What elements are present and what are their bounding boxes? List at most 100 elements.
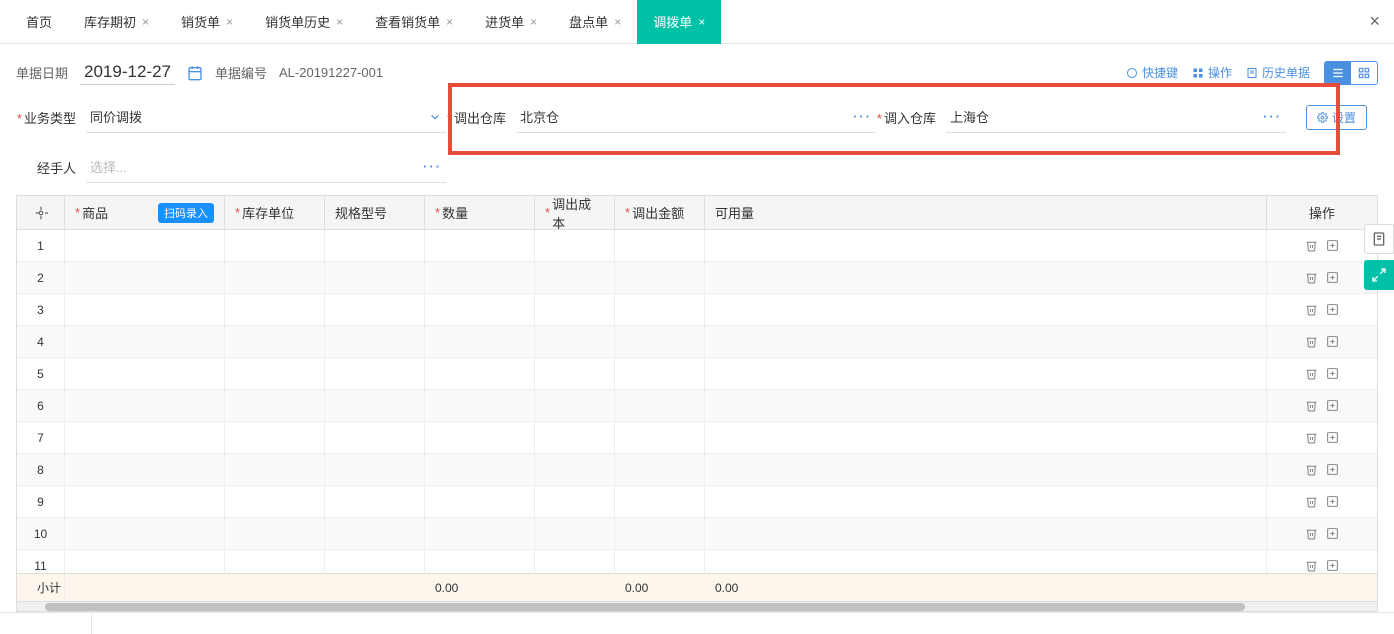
cell-cost[interactable] [535, 294, 615, 325]
add-icon[interactable] [1326, 559, 1339, 572]
cell-product[interactable] [65, 326, 225, 357]
tab-view-sales[interactable]: 查看销货单× [359, 0, 469, 44]
cell-available[interactable] [705, 454, 1267, 485]
delete-icon[interactable] [1305, 431, 1318, 444]
cell-available[interactable] [705, 326, 1267, 357]
cell-product[interactable] [65, 486, 225, 517]
cell-amount[interactable] [615, 358, 705, 389]
calendar-icon[interactable] [187, 65, 203, 81]
add-icon[interactable] [1326, 239, 1339, 252]
close-icon[interactable]: × [530, 15, 537, 29]
delete-icon[interactable] [1305, 239, 1318, 252]
cell-cost[interactable] [535, 326, 615, 357]
add-icon[interactable] [1326, 399, 1339, 412]
cell-spec[interactable] [325, 230, 425, 261]
cell-unit[interactable] [225, 518, 325, 549]
cell-product[interactable] [65, 390, 225, 421]
cell-qty[interactable] [425, 358, 535, 389]
cell-spec[interactable] [325, 550, 425, 573]
cell-product[interactable] [65, 422, 225, 453]
cell-amount[interactable] [615, 390, 705, 421]
close-all-tabs-icon[interactable]: × [1369, 11, 1380, 32]
cell-unit[interactable] [225, 358, 325, 389]
delete-icon[interactable] [1305, 463, 1318, 476]
cell-qty[interactable] [425, 550, 535, 573]
close-icon[interactable]: × [226, 15, 233, 29]
cell-amount[interactable] [615, 326, 705, 357]
delete-icon[interactable] [1305, 399, 1318, 412]
cell-qty[interactable] [425, 326, 535, 357]
table-row[interactable]: 4 [17, 326, 1377, 358]
cell-qty[interactable] [425, 486, 535, 517]
cell-available[interactable] [705, 262, 1267, 293]
close-icon[interactable]: × [142, 15, 149, 29]
tab-purchase-order[interactable]: 进货单× [469, 0, 553, 44]
handler-select[interactable]: 选择... ··· [86, 151, 446, 183]
tab-transfer-order[interactable]: 调拨单× [637, 0, 721, 44]
cell-available[interactable] [705, 550, 1267, 573]
action-link[interactable]: 操作 [1192, 64, 1232, 81]
cell-available[interactable] [705, 294, 1267, 325]
add-icon[interactable] [1326, 527, 1339, 540]
delete-icon[interactable] [1305, 367, 1318, 380]
add-icon[interactable] [1326, 303, 1339, 316]
tab-sales-history[interactable]: 销货单历史× [249, 0, 359, 44]
gear-column[interactable] [17, 196, 65, 229]
cell-unit[interactable] [225, 230, 325, 261]
cell-unit[interactable] [225, 390, 325, 421]
add-icon[interactable] [1326, 463, 1339, 476]
close-icon[interactable]: × [446, 15, 453, 29]
cell-available[interactable] [705, 422, 1267, 453]
history-link[interactable]: 历史单据 [1246, 64, 1310, 81]
h-scrollbar[interactable] [17, 601, 1377, 611]
table-row[interactable]: 9 [17, 486, 1377, 518]
cell-spec[interactable] [325, 454, 425, 485]
table-row[interactable]: 2 [17, 262, 1377, 294]
add-icon[interactable] [1326, 335, 1339, 348]
view-list-button[interactable] [1325, 62, 1351, 84]
cell-cost[interactable] [535, 550, 615, 573]
cell-unit[interactable] [225, 294, 325, 325]
add-icon[interactable] [1326, 367, 1339, 380]
cell-amount[interactable] [615, 294, 705, 325]
shortcut-link[interactable]: 快捷键 [1126, 64, 1178, 81]
cell-product[interactable] [65, 454, 225, 485]
cell-qty[interactable] [425, 518, 535, 549]
delete-icon[interactable] [1305, 303, 1318, 316]
add-icon[interactable] [1326, 431, 1339, 444]
cell-available[interactable] [705, 486, 1267, 517]
out-warehouse-select[interactable]: 北京仓 ··· [516, 101, 876, 133]
cell-cost[interactable] [535, 486, 615, 517]
cell-unit[interactable] [225, 326, 325, 357]
view-grid-button[interactable] [1351, 62, 1377, 84]
settings-button[interactable]: 设置 [1306, 105, 1367, 130]
cell-unit[interactable] [225, 550, 325, 573]
cell-qty[interactable] [425, 294, 535, 325]
close-icon[interactable]: × [614, 15, 621, 29]
table-row[interactable]: 1 [17, 230, 1377, 262]
cell-available[interactable] [705, 358, 1267, 389]
cell-product[interactable] [65, 262, 225, 293]
cell-unit[interactable] [225, 486, 325, 517]
tab-home[interactable]: 首页 [10, 0, 68, 44]
cell-available[interactable] [705, 518, 1267, 549]
biz-type-select[interactable]: 同价调拨 [86, 101, 446, 133]
cell-amount[interactable] [615, 486, 705, 517]
cell-product[interactable] [65, 294, 225, 325]
cell-available[interactable] [705, 390, 1267, 421]
delete-icon[interactable] [1305, 495, 1318, 508]
cell-unit[interactable] [225, 262, 325, 293]
cell-product[interactable] [65, 518, 225, 549]
table-row[interactable]: 8 [17, 454, 1377, 486]
cell-product[interactable] [65, 230, 225, 261]
cell-qty[interactable] [425, 230, 535, 261]
cell-cost[interactable] [535, 422, 615, 453]
cell-available[interactable] [705, 230, 1267, 261]
cell-spec[interactable] [325, 422, 425, 453]
cell-product[interactable] [65, 358, 225, 389]
cell-cost[interactable] [535, 358, 615, 389]
close-icon[interactable]: × [336, 15, 343, 29]
cell-spec[interactable] [325, 486, 425, 517]
cell-spec[interactable] [325, 294, 425, 325]
cell-amount[interactable] [615, 518, 705, 549]
